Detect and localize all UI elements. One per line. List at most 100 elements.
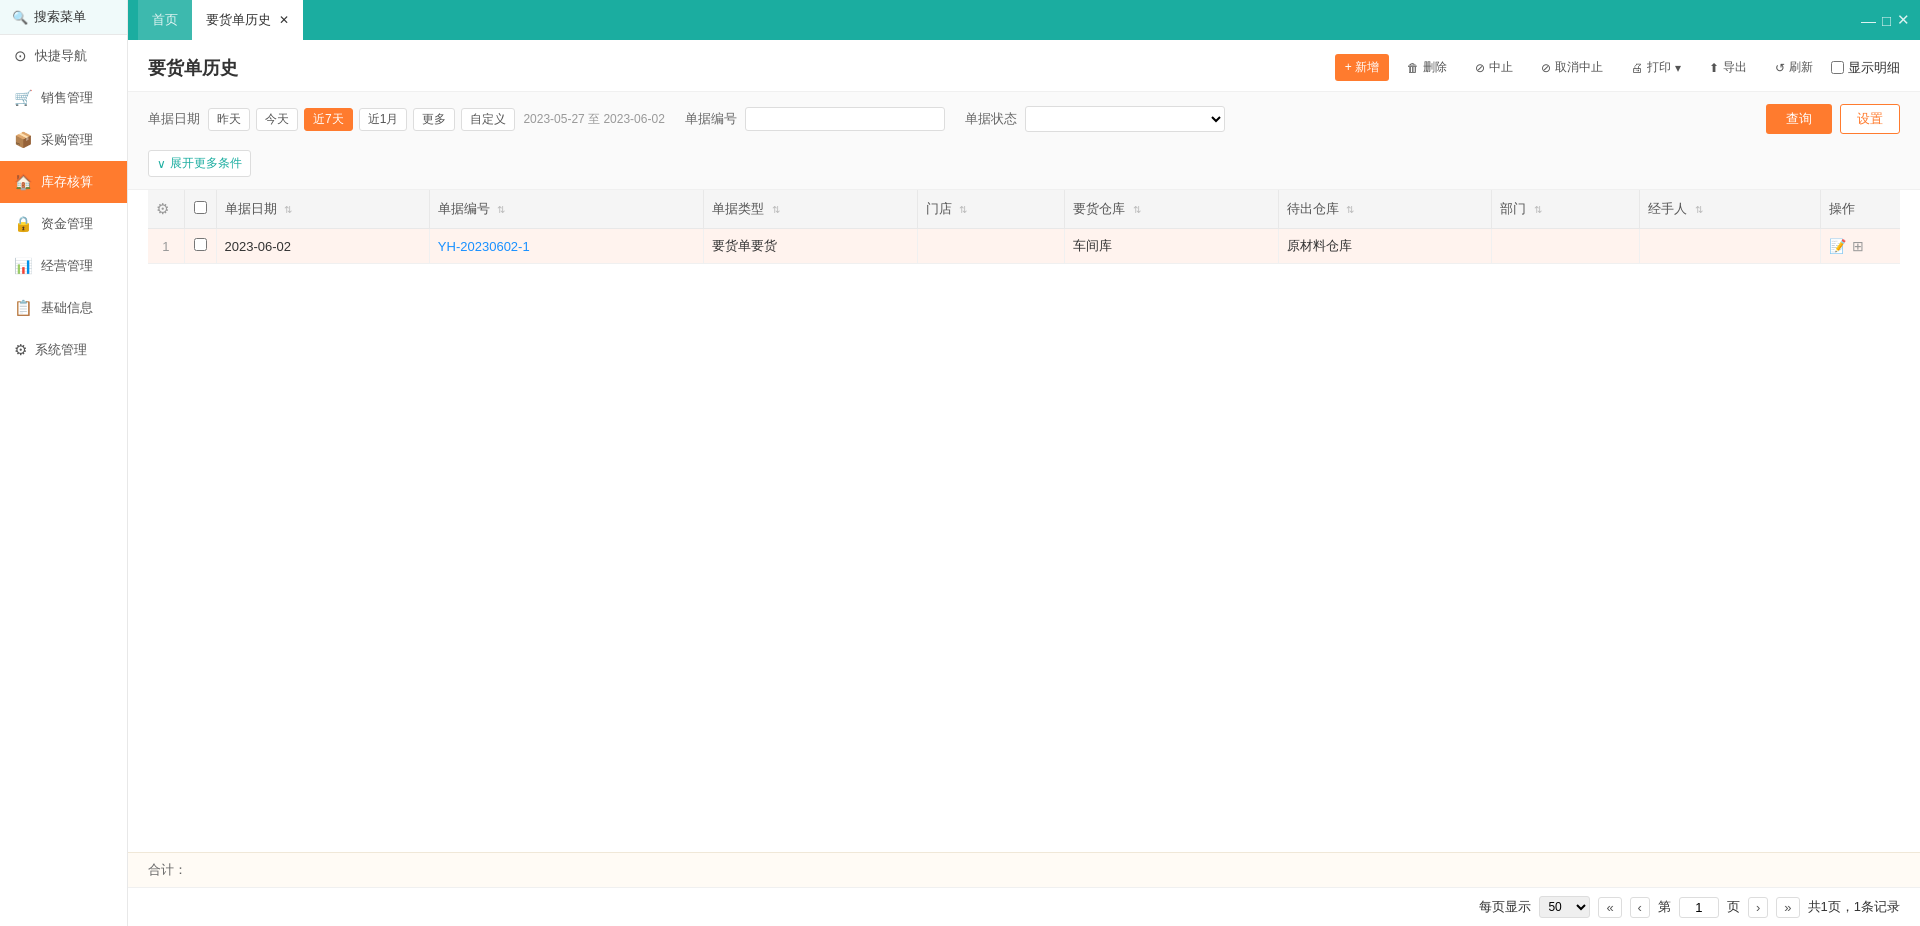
sidebar-item-quick-nav[interactable]: ⊙ 快捷导航 (0, 35, 127, 77)
row-doc-type: 要货单要货 (704, 229, 917, 264)
sidebar-item-purchase[interactable]: 📦 采购管理 (0, 119, 127, 161)
sidebar-item-basic-info[interactable]: 📋 基础信息 (0, 287, 127, 329)
col-store-label: 门店 (926, 201, 952, 216)
date-btn-yesterday[interactable]: 昨天 (208, 108, 250, 131)
table-header-row: ⚙ 单据日期 ⇅ 单据编号 ⇅ (148, 190, 1900, 229)
table-header: ⚙ 单据日期 ⇅ 单据编号 ⇅ (148, 190, 1900, 229)
page-header: 要货单历史 + 新增 🗑 删除 ⊘ 中止 ⊘ 取消中止 🖨 打印 (128, 40, 1920, 92)
row-checkbox[interactable] (194, 238, 207, 251)
new-button[interactable]: + 新增 (1335, 54, 1389, 81)
dept-sort-icon[interactable]: ⇅ (1534, 204, 1542, 215)
sidebar-search[interactable]: 🔍 搜索菜单 (0, 0, 127, 35)
next-page-button[interactable]: › (1748, 897, 1768, 918)
delete-button[interactable]: 🗑 删除 (1397, 54, 1457, 81)
window-maximize-icon[interactable]: □ (1882, 12, 1891, 29)
quick-nav-icon: ⊙ (14, 47, 27, 65)
prev-page-button[interactable]: ‹ (1630, 897, 1650, 918)
col-doc-type-label: 单据类型 (712, 201, 764, 216)
display-detail-checkbox[interactable] (1831, 61, 1844, 74)
summary-bar: 合计： (128, 852, 1920, 887)
sidebar-item-finance[interactable]: 🔒 资金管理 (0, 203, 127, 245)
sidebar-item-inventory[interactable]: 🏠 库存核算 (0, 161, 127, 203)
expand-label: 展开更多条件 (170, 155, 242, 172)
sidebar-item-system[interactable]: ⚙ 系统管理 (0, 329, 127, 371)
date-btn-custom[interactable]: 自定义 (461, 108, 515, 131)
page-number-input[interactable] (1679, 897, 1719, 918)
col-settings[interactable]: ⚙ (148, 190, 184, 229)
sidebar-item-label: 系统管理 (35, 341, 87, 359)
col-pending-warehouse-label: 待出仓库 (1287, 201, 1339, 216)
last-page-button[interactable]: » (1776, 897, 1799, 918)
first-page-button[interactable]: « (1598, 897, 1621, 918)
handler-sort-icon[interactable]: ⇅ (1695, 204, 1703, 215)
sidebar-item-operations[interactable]: 📊 经营管理 (0, 245, 127, 287)
expand-icon: ∨ (157, 157, 166, 171)
refresh-icon: ↺ (1775, 61, 1785, 75)
sidebar-search-label: 搜索菜单 (34, 8, 86, 26)
col-actions: 操作 (1820, 190, 1900, 229)
date-btn-7days[interactable]: 近7天 (304, 108, 353, 131)
window-close-icon[interactable]: ✕ (1897, 11, 1910, 29)
stop-button[interactable]: ⊘ 中止 (1465, 54, 1523, 81)
toolbar: + 新增 🗑 删除 ⊘ 中止 ⊘ 取消中止 🖨 打印 ▾ (1335, 54, 1900, 81)
window-minimize-icon[interactable]: — (1861, 12, 1876, 29)
table-container: ⚙ 单据日期 ⇅ 单据编号 ⇅ (128, 190, 1920, 852)
req-warehouse-sort-icon[interactable]: ⇅ (1133, 204, 1141, 215)
basic-info-icon: 📋 (14, 299, 33, 317)
display-detail-label: 显示明细 (1848, 59, 1900, 77)
inventory-icon: 🏠 (14, 173, 33, 191)
date-btn-1month[interactable]: 近1月 (359, 108, 408, 131)
date-btn-more[interactable]: 更多 (413, 108, 455, 131)
display-detail-toggle[interactable]: 显示明细 (1831, 59, 1900, 77)
row-pending-warehouse: 原材料仓库 (1278, 229, 1491, 264)
table-row[interactable]: 1 2023-06-02 YH-20230602-1 要货单要货 车间库 原材料… (148, 229, 1900, 264)
status-select[interactable] (1025, 106, 1225, 132)
doc-num-sort-icon[interactable]: ⇅ (497, 204, 505, 215)
per-page-select[interactable]: 20 50 100 (1539, 896, 1590, 918)
col-dept: 部门 ⇅ (1492, 190, 1640, 229)
finance-icon: 🔒 (14, 215, 33, 233)
export-button[interactable]: ⬆ 导出 (1699, 54, 1757, 81)
content-area: 要货单历史 + 新增 🗑 删除 ⊘ 中止 ⊘ 取消中止 🖨 打印 (128, 40, 1920, 926)
print-button[interactable]: 🖨 打印 ▾ (1621, 54, 1691, 81)
tab-home-label: 首页 (152, 11, 178, 29)
col-checkbox (184, 190, 216, 229)
cancel-stop-button[interactable]: ⊘ 取消中止 (1531, 54, 1613, 81)
pending-warehouse-sort-icon[interactable]: ⇅ (1346, 204, 1354, 215)
page-suffix: 页 (1727, 898, 1740, 916)
sidebar-item-sales[interactable]: 🛒 销售管理 (0, 77, 127, 119)
tab-requisition-history-label: 要货单历史 (206, 11, 271, 29)
doc-num-link[interactable]: YH-20230602-1 (438, 239, 530, 254)
store-sort-icon[interactable]: ⇅ (959, 204, 967, 215)
date-btn-today[interactable]: 今天 (256, 108, 298, 131)
cancel-stop-label: 取消中止 (1555, 59, 1603, 76)
export-icon: ⬆ (1709, 61, 1719, 75)
sidebar-item-label: 库存核算 (41, 173, 93, 191)
sidebar-item-label: 快捷导航 (35, 47, 87, 65)
row-req-warehouse: 车间库 (1065, 229, 1278, 264)
refresh-button[interactable]: ↺ 刷新 (1765, 54, 1823, 81)
col-doc-type: 单据类型 ⇅ (704, 190, 917, 229)
tab-home[interactable]: 首页 (138, 0, 192, 40)
date-sort-icon[interactable]: ⇅ (284, 204, 292, 215)
query-button[interactable]: 查询 (1766, 104, 1832, 134)
doc-num-input[interactable] (745, 107, 945, 131)
row-edit-icon[interactable]: 📝 (1829, 238, 1846, 254)
tab-requisition-history[interactable]: 要货单历史 ✕ (192, 0, 303, 40)
filter-action-buttons: 查询 设置 (1766, 104, 1900, 134)
select-all-checkbox[interactable] (194, 201, 207, 214)
filter-bar: 单据日期 昨天 今天 近7天 近1月 更多 自定义 2023-05-27 至 2… (128, 92, 1920, 190)
row-dept (1492, 229, 1640, 264)
col-date: 单据日期 ⇅ (216, 190, 429, 229)
filter-settings-button[interactable]: 设置 (1840, 104, 1900, 134)
col-store: 门店 ⇅ (917, 190, 1065, 229)
tab-close-icon[interactable]: ✕ (279, 13, 289, 27)
expand-more-conditions-button[interactable]: ∨ 展开更多条件 (148, 150, 251, 177)
doc-num-filter-group: 单据编号 (685, 107, 945, 131)
doc-type-sort-icon[interactable]: ⇅ (772, 204, 780, 215)
total-info: 共1页，1条记录 (1808, 898, 1900, 916)
col-settings-icon[interactable]: ⚙ (156, 200, 169, 217)
requisition-table: ⚙ 单据日期 ⇅ 单据编号 ⇅ (148, 190, 1900, 264)
row-detail-icon[interactable]: ⊞ (1852, 238, 1864, 254)
summary-label: 合计： (148, 862, 187, 877)
